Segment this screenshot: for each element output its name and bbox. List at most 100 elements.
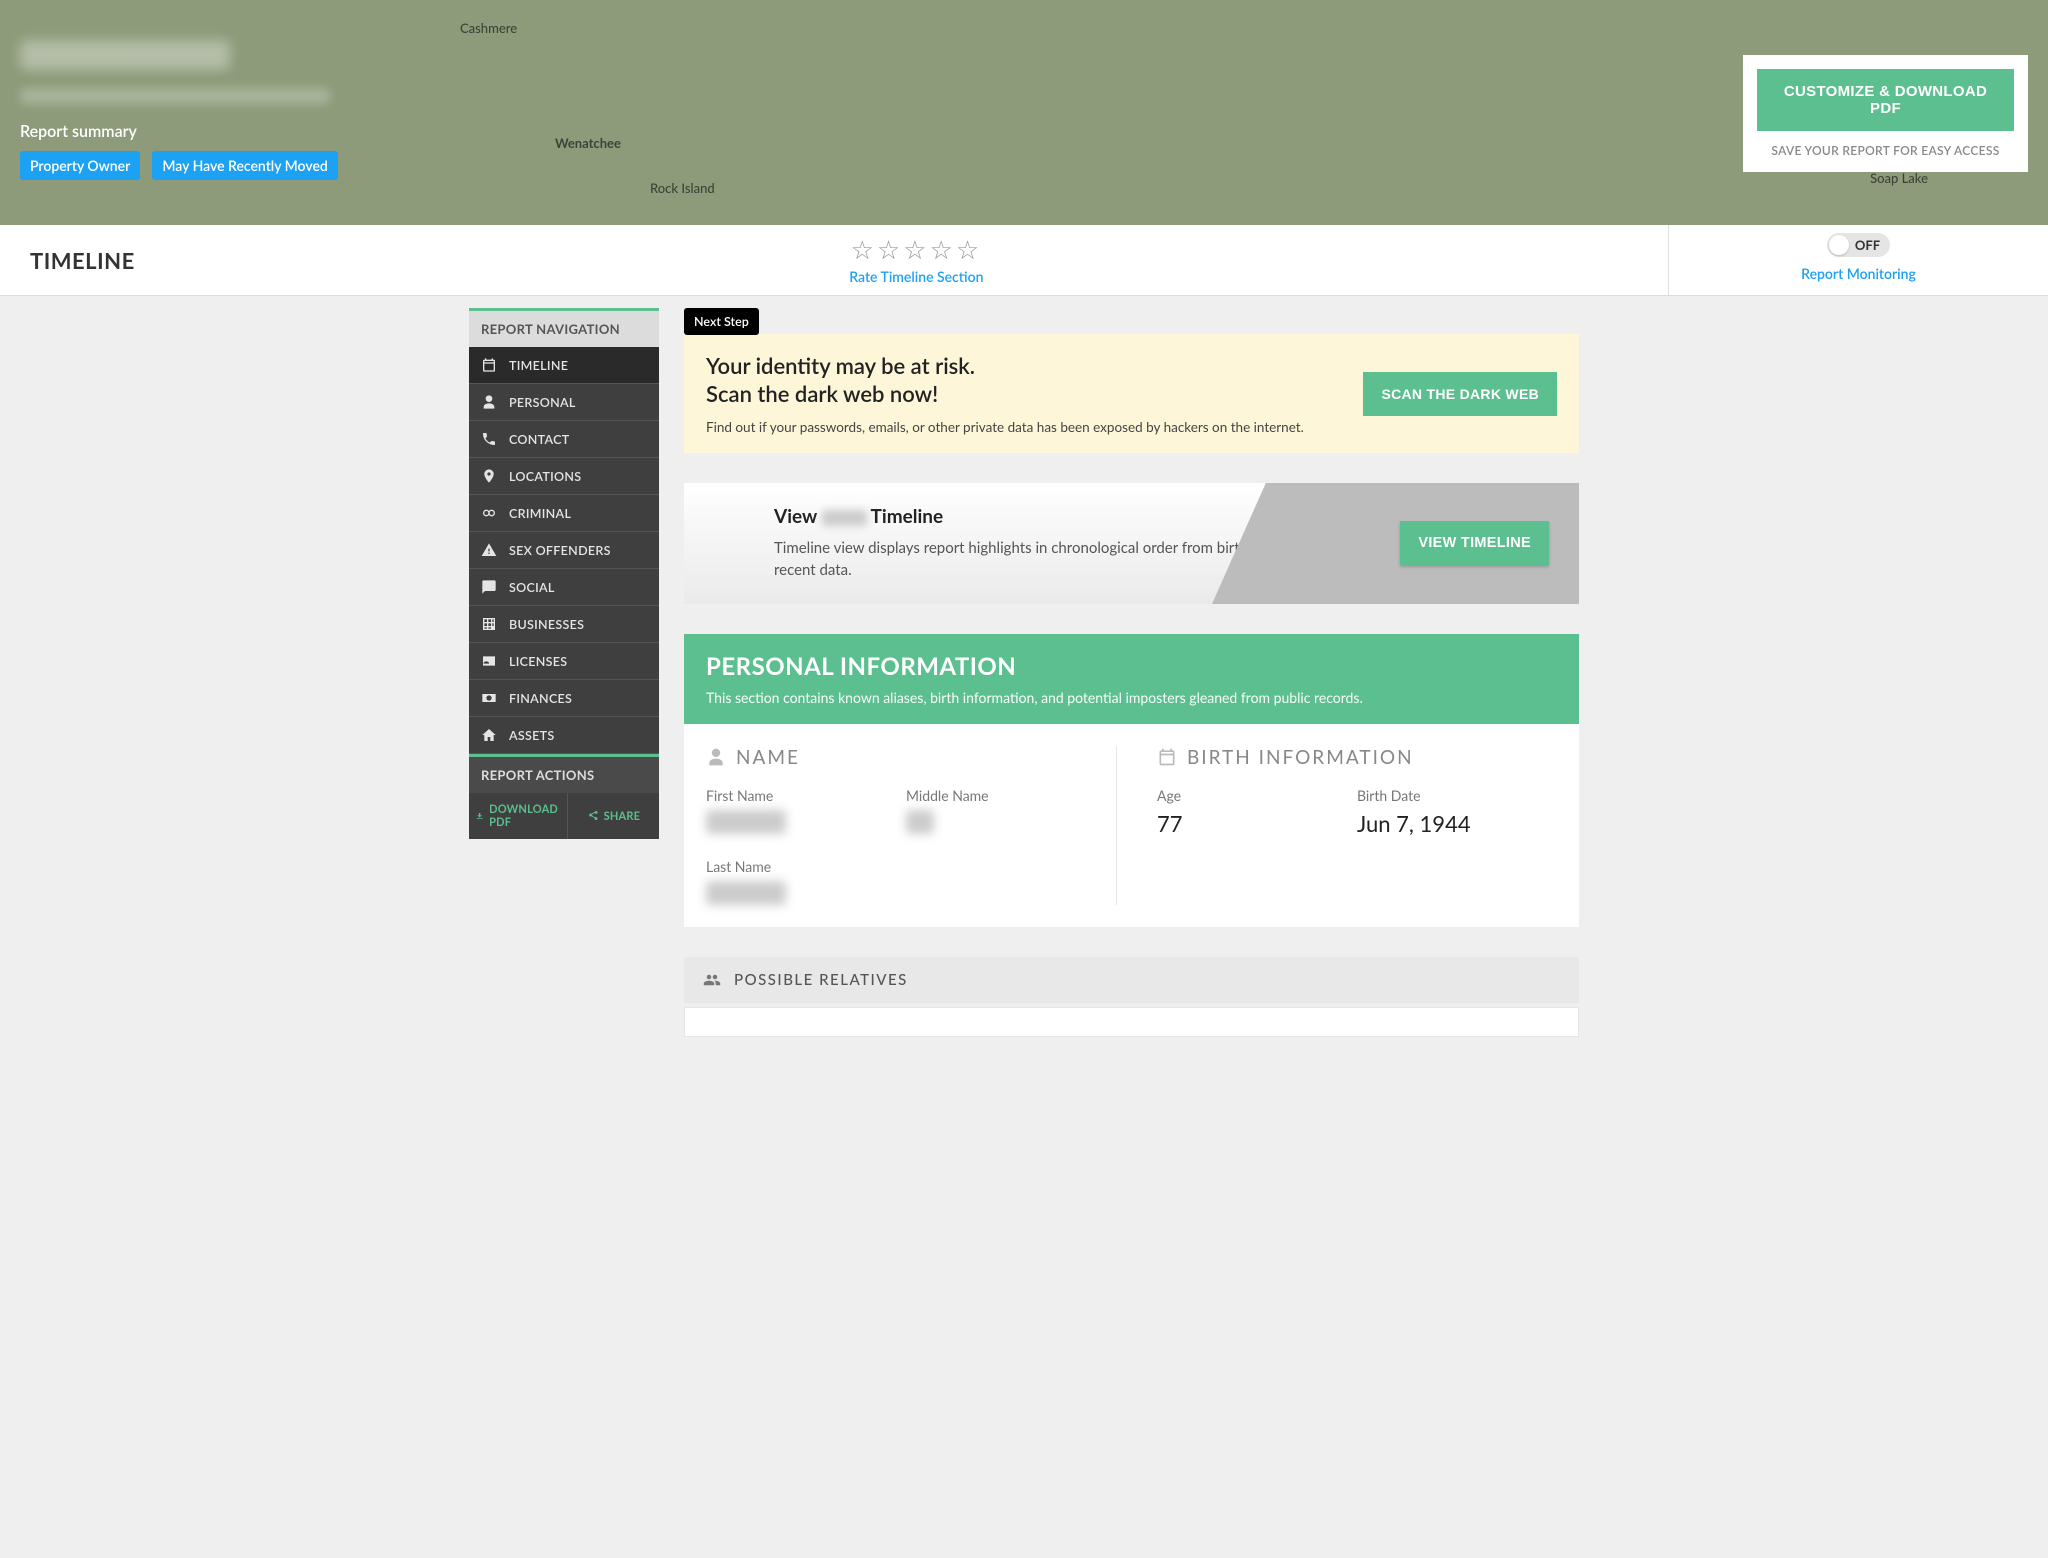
sidebar: REPORT NAVIGATION TIMELINE PERSONAL CONT… (469, 308, 659, 1037)
customize-download-pdf-button[interactable]: CUSTOMIZE & DOWNLOAD PDF (1757, 69, 2014, 131)
star-icon[interactable]: ☆ (877, 233, 903, 265)
location-icon (481, 468, 497, 484)
toggle-knob (1829, 235, 1849, 255)
sidebar-item-social[interactable]: SOCIAL (469, 569, 659, 606)
birth-date-field: Birth Date Jun 7, 1944 (1357, 787, 1527, 837)
download-pdf-button[interactable]: DOWNLOAD PDF (469, 793, 567, 839)
map-label: Cashmere (460, 20, 517, 36)
personal-info-panel: NAME First Name Middle Name Last Name (684, 724, 1579, 927)
map-label: Rock Island (650, 180, 715, 196)
star-icon[interactable]: ☆ (903, 233, 929, 265)
badge-recently-moved: May Have Recently Moved (152, 151, 337, 180)
birth-date-value: Jun 7, 1944 (1357, 810, 1527, 837)
rate-label[interactable]: Rate Timeline Section (165, 268, 1668, 285)
first-name-field: First Name (706, 787, 876, 834)
next-step-badge: Next Step (684, 308, 759, 335)
sidebar-item-label: FINANCES (509, 691, 572, 706)
monitoring-label[interactable]: Report Monitoring (1669, 265, 2048, 282)
calendar-icon (1157, 747, 1177, 767)
age-field: Age 77 (1157, 787, 1327, 837)
person-icon (706, 747, 726, 767)
calendar-icon (481, 357, 497, 373)
last-name-field: Last Name (706, 858, 1106, 905)
sidebar-item-finances[interactable]: FINANCES (469, 680, 659, 717)
monitoring-toggle[interactable]: OFF (1827, 233, 1890, 257)
sidebar-item-businesses[interactable]: BUSINESSES (469, 606, 659, 643)
view-timeline-button[interactable]: VIEW TIMELINE (1400, 521, 1549, 565)
download-pdf-box: CUSTOMIZE & DOWNLOAD PDF SAVE YOUR REPOR… (1743, 55, 2028, 172)
id-card-icon (481, 653, 497, 669)
age-value: 77 (1157, 810, 1327, 837)
sidebar-item-criminal[interactable]: CRIMINAL (469, 495, 659, 532)
report-monitoring: OFF Report Monitoring (1668, 225, 2048, 295)
last-name-redacted (706, 881, 786, 905)
star-icon[interactable]: ☆ (930, 233, 956, 265)
relatives-row (684, 1007, 1579, 1037)
warning-body: Find out if your passwords, emails, or o… (706, 419, 1343, 435)
section-title: TIMELINE (0, 225, 165, 295)
sidebar-item-licenses[interactable]: LICENSES (469, 643, 659, 680)
view-timeline-box: View Timeline Timeline view displays rep… (684, 483, 1579, 604)
sidebar-nav-header: REPORT NAVIGATION (469, 311, 659, 347)
main-content: Next Step Your identity may be at risk. … (684, 296, 1579, 1037)
star-icon[interactable]: ☆ (956, 233, 982, 265)
pdf-subtext: SAVE YOUR REPORT FOR EASY ACCESS (1757, 143, 2014, 158)
sidebar-item-sex-offenders[interactable]: SEX OFFENDERS (469, 532, 659, 569)
sidebar-item-contact[interactable]: CONTACT (469, 421, 659, 458)
report-summary-label: Report summary (20, 122, 2028, 141)
section-toolbar: TIMELINE ☆☆☆☆☆ Rate Timeline Section OFF… (0, 225, 2048, 296)
building-icon (481, 616, 497, 632)
sidebar-item-label: TIMELINE (509, 358, 568, 373)
chat-icon (481, 579, 497, 595)
redacted-name (822, 510, 867, 526)
sidebar-item-label: SEX OFFENDERS (509, 543, 611, 558)
summary-badges: Property Owner May Have Recently Moved (20, 151, 2028, 180)
birth-subhead: BIRTH INFORMATION (1157, 746, 1557, 769)
timeline-box-body: Timeline view displays report highlights… (774, 538, 1359, 582)
middle-name-redacted (906, 810, 934, 834)
birth-column: BIRTH INFORMATION Age 77 Birth Date Jun … (1116, 746, 1557, 905)
sidebar-item-timeline[interactable]: TIMELINE (469, 347, 659, 384)
sidebar-item-label: ASSETS (509, 728, 554, 743)
subject-name-redacted (20, 40, 230, 70)
download-icon (475, 810, 484, 822)
sidebar-item-label: CRIMINAL (509, 506, 571, 521)
person-icon (481, 394, 497, 410)
sidebar-item-assets[interactable]: ASSETS (469, 717, 659, 754)
warning-heading: Your identity may be at risk. Scan the d… (706, 352, 1343, 407)
timeline-box-title: View Timeline (774, 505, 1359, 528)
rating-stars[interactable]: ☆☆☆☆☆ (165, 233, 1668, 266)
people-icon (702, 971, 722, 989)
sidebar-item-label: LOCATIONS (509, 469, 581, 484)
sidebar-item-label: BUSINESSES (509, 617, 584, 632)
sidebar-item-locations[interactable]: LOCATIONS (469, 458, 659, 495)
share-label: SHARE (604, 810, 641, 823)
possible-relatives-header: POSSIBLE RELATIVES (684, 957, 1579, 1003)
sidebar-item-label: LICENSES (509, 654, 567, 669)
personal-info-title: PERSONAL INFORMATION (706, 652, 1557, 681)
sidebar-item-label: SOCIAL (509, 580, 555, 595)
subject-sub-redacted (20, 88, 330, 104)
sidebar-actions-header: REPORT ACTIONS (469, 757, 659, 793)
first-name-redacted (706, 810, 786, 834)
name-subhead: NAME (706, 746, 1106, 769)
redacted-name (1270, 543, 1310, 556)
sidebar-item-personal[interactable]: PERSONAL (469, 384, 659, 421)
warning-icon (481, 542, 497, 558)
share-button[interactable]: SHARE (567, 793, 659, 839)
dark-web-warning: Your identity may be at risk. Scan the d… (684, 334, 1579, 453)
phone-icon (481, 431, 497, 447)
sidebar-item-label: PERSONAL (509, 395, 576, 410)
download-pdf-label: DOWNLOAD PDF (489, 803, 561, 829)
name-column: NAME First Name Middle Name Last Name (706, 746, 1106, 905)
personal-info-sub: This section contains known aliases, bir… (706, 689, 1557, 706)
share-icon (587, 810, 599, 822)
badge-property-owner: Property Owner (20, 151, 140, 180)
rate-section: ☆☆☆☆☆ Rate Timeline Section (165, 225, 1668, 295)
star-icon[interactable]: ☆ (851, 233, 877, 265)
scan-dark-web-button[interactable]: SCAN THE DARK WEB (1363, 372, 1557, 416)
handcuffs-icon (481, 505, 497, 521)
hero-banner: Cashmere Wenatchee Rock Island Soap Lake… (0, 0, 2048, 225)
toggle-state: OFF (1855, 237, 1880, 253)
money-icon (481, 690, 497, 706)
